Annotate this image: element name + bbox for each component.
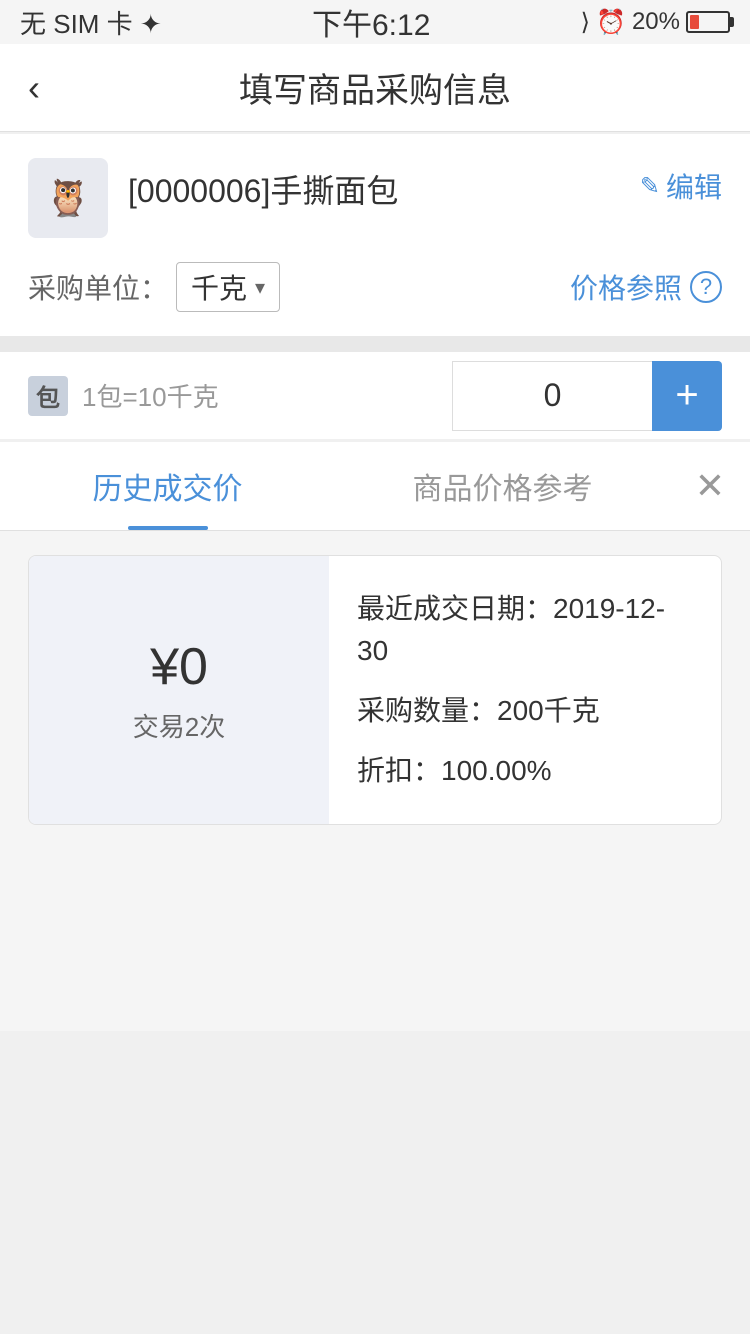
qty-plus-button[interactable]: + [652,361,722,431]
edit-icon: ✎ [640,172,660,201]
sim-signal-text: 无 SIM 卡 ✦ [20,4,162,41]
history-content: ¥0 交易2次 最近成交日期：2019-12-30 采购数量：200千克 折扣：… [0,531,750,1031]
history-transactions: 交易2次 [133,707,225,744]
alarm-icon: ⏰ [596,8,626,37]
unit-box: 包 [28,376,68,416]
history-recent-date: 最近成交日期：2019-12-30 [357,588,693,672]
status-right: ⟩ ⏰ 20% [581,8,730,37]
product-card: 🦉 [0000006]手撕面包 ✎ 编辑 采购单位： 千克 ▾ 价格参照 ? [0,134,750,336]
qty-conversion: 1包=10千克 [82,377,219,414]
tabs-container: 历史成交价 商品价格参考 ✕ [0,442,750,531]
price-ref-label: 价格参照 [570,267,682,307]
status-left: 无 SIM 卡 ✦ [20,4,162,41]
price-ref-button[interactable]: 价格参照 ? [570,267,722,307]
quantity-row: 包 1包=10千克 + [0,352,750,440]
tab-history-price[interactable]: 历史成交价 [0,442,335,530]
qty-unit-label: 包 1包=10千克 [28,376,219,416]
edit-label: 编辑 [666,166,722,206]
battery-fill [690,15,699,29]
battery-icon [686,11,730,33]
location-icon: ⟩ [581,8,590,37]
help-icon: ? [690,271,722,303]
qty-input[interactable] [452,361,652,431]
history-price-section: ¥0 交易2次 [29,556,329,824]
unit-row: 采购单位： 千克 ▾ 价格参照 ? [28,262,722,312]
section-divider [0,336,750,352]
qty-input-group: + [452,361,722,431]
page-title: 填写商品采购信息 [239,63,511,112]
unit-label: 采购单位： [28,267,168,307]
tab-active-indicator [128,526,208,530]
tab-product-price-ref[interactable]: 商品价格参考 [335,442,670,530]
history-purchase-qty: 采购数量：200千克 [357,690,693,732]
history-price-value: ¥0 [150,637,208,697]
unit-select-button[interactable]: 千克 ▾ [176,262,280,312]
history-discount: 折扣：100.00% [357,750,693,792]
status-bar: 无 SIM 卡 ✦ 下午6:12 ⟩ ⏰ 20% [0,0,750,44]
tab-price-ref-label: 商品价格参考 [413,464,593,508]
product-left: 🦉 [0000006]手撕面包 [28,158,398,238]
product-thumbnail: 🦉 [28,158,108,238]
product-name: [0000006]手撕面包 [128,166,398,212]
edit-button[interactable]: ✎ 编辑 [640,166,722,206]
chevron-down-icon: ▾ [255,275,265,300]
history-card: ¥0 交易2次 最近成交日期：2019-12-30 采购数量：200千克 折扣：… [28,555,722,825]
history-details-section: 最近成交日期：2019-12-30 采购数量：200千克 折扣：100.00% [329,556,721,824]
status-time: 下午6:12 [312,0,430,44]
unit-value: 千克 [191,267,247,307]
header: ‹ 填写商品采购信息 [0,44,750,132]
battery-percent: 20% [632,8,680,36]
back-button[interactable]: ‹ [28,67,40,109]
product-top: 🦉 [0000006]手撕面包 ✎ 编辑 [28,158,722,238]
tab-history-label: 历史成交价 [93,464,243,508]
product-logo-icon: 🦉 [46,177,91,219]
close-button[interactable]: ✕ [670,442,750,530]
